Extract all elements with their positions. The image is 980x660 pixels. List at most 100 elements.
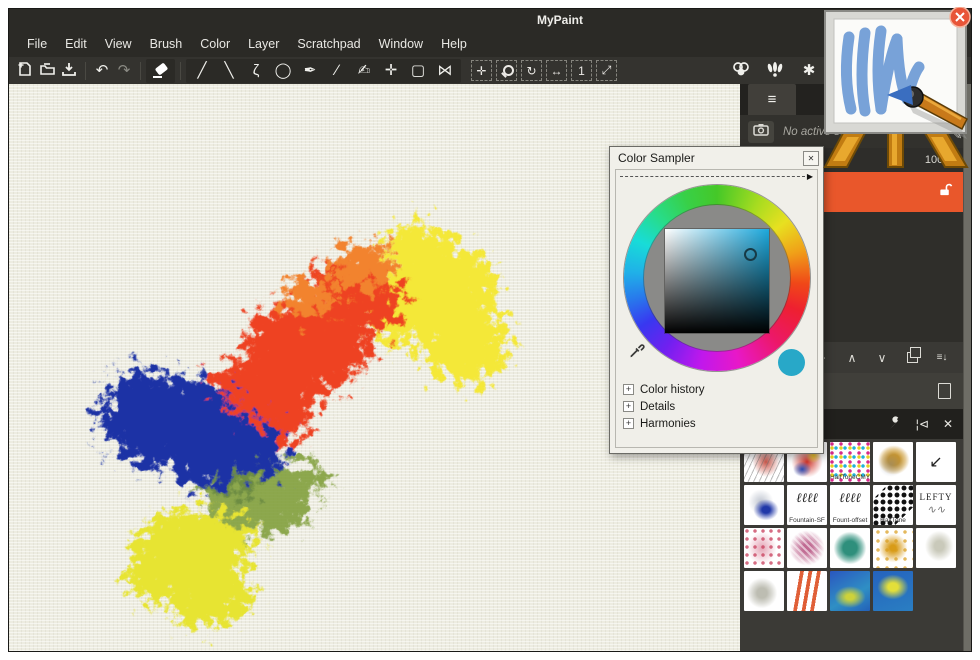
- settings-button[interactable]: ✱: [798, 60, 820, 82]
- redo-button[interactable]: ↷: [113, 60, 135, 82]
- brush-settings-button[interactable]: [888, 415, 902, 433]
- save-file-button[interactable]: [58, 60, 80, 82]
- saturation-value-square[interactable]: [665, 229, 769, 333]
- dialog-body: ▶ + Color history + Details + Harmonies: [615, 169, 818, 448]
- duplicate-icon: [906, 347, 921, 363]
- brush-swatch[interactable]: [830, 571, 870, 611]
- brush-swatch[interactable]: [873, 571, 913, 611]
- ellipse-tool-button[interactable]: ◯: [272, 60, 294, 82]
- expand-icon[interactable]: +: [623, 401, 634, 412]
- overlay-close-button[interactable]: [949, 6, 971, 28]
- toolbar-separator: [85, 61, 86, 80]
- brush-swatch[interactable]: LEFTY ∿∿: [916, 485, 956, 525]
- brush-swatch[interactable]: [744, 528, 784, 568]
- color-picker-tool-button[interactable]: ∕: [326, 60, 348, 82]
- open-folder-icon: [39, 61, 56, 80]
- easel-image: [823, 6, 971, 168]
- unlock-icon[interactable]: [938, 182, 953, 202]
- expand-icon[interactable]: +: [623, 384, 634, 395]
- brush-swatch[interactable]: ↙: [916, 442, 956, 482]
- collapsed-slider[interactable]: ▶: [616, 170, 817, 183]
- scroll-view-button[interactable]: ✛: [471, 60, 492, 81]
- section-color-history[interactable]: + Color history: [616, 381, 817, 398]
- brush-swatch[interactable]: [787, 528, 827, 568]
- eraser-button[interactable]: [146, 58, 175, 83]
- inking-tool-button[interactable]: ✒: [299, 60, 321, 82]
- brush-swatch[interactable]: [787, 571, 827, 611]
- save-icon: [61, 61, 77, 80]
- menu-brush[interactable]: Brush: [141, 33, 192, 55]
- merge-layer-button[interactable]: ≡↓: [929, 347, 955, 369]
- tablet-icon-button[interactable]: ¦⊲: [916, 417, 929, 431]
- eyedropper-icon[interactable]: [628, 341, 646, 364]
- brush-swatch[interactable]: [744, 485, 784, 525]
- move-layer-tool-button[interactable]: ✛: [380, 60, 402, 82]
- brush-swatch[interactable]: [873, 528, 913, 568]
- section-details[interactable]: + Details: [616, 398, 817, 415]
- yellow-bottom-stroke: [126, 508, 252, 628]
- menu-edit[interactable]: Edit: [56, 33, 96, 55]
- brush-groups-button[interactable]: [764, 60, 786, 82]
- wrench-icon: [888, 415, 902, 433]
- current-color-swatch[interactable]: [778, 349, 805, 376]
- brush-panel-close-button[interactable]: ✕: [943, 417, 953, 431]
- dock-icons-group: ✱: [730, 60, 820, 82]
- line-tool-button[interactable]: ╲: [218, 60, 240, 82]
- snapshot-button[interactable]: [748, 120, 774, 143]
- freehand-brush-button[interactable]: ╱: [191, 60, 213, 82]
- tab-tool-options[interactable]: ≡: [748, 84, 796, 115]
- symmetry-tool-button[interactable]: ⋈: [434, 60, 456, 82]
- mirror-view-button[interactable]: ↔: [546, 60, 567, 81]
- zoom-view-button[interactable]: [496, 60, 517, 81]
- window-title: MyPaint: [537, 13, 584, 27]
- lower-layer-button[interactable]: ∨: [869, 347, 895, 369]
- raise-layer-button[interactable]: ∧: [839, 347, 865, 369]
- toolbar-separator: [140, 61, 141, 80]
- background-doc-icon[interactable]: [938, 383, 951, 399]
- color-rings-icon: [731, 60, 751, 81]
- dashed-line: [620, 176, 805, 177]
- curve-tool-button[interactable]: ζ: [245, 60, 267, 82]
- frame-tool-button[interactable]: ▢: [407, 60, 429, 82]
- menu-help[interactable]: Help: [432, 33, 476, 55]
- new-file-button[interactable]: [14, 60, 36, 82]
- new-file-icon: [17, 61, 33, 80]
- eraser-icon: [152, 63, 169, 78]
- duplicate-layer-button[interactable]: [899, 347, 925, 369]
- brush-swatch[interactable]: ℓℓℓℓ Fountain-SF: [787, 485, 827, 525]
- brush-swatch[interactable]: HalfTone: [873, 485, 913, 525]
- fit-view-button[interactable]: ⤢: [596, 60, 617, 81]
- slider-arrow-icon: ▶: [806, 172, 813, 181]
- section-harmonies[interactable]: + Harmonies: [616, 415, 817, 432]
- menu-scratchpad[interactable]: Scratchpad: [288, 33, 369, 55]
- brush-swatch[interactable]: [873, 442, 913, 482]
- brush-swatch[interactable]: HalfToneCMY: [830, 442, 870, 482]
- color-rings-button[interactable]: [730, 60, 752, 82]
- reset-zoom-button[interactable]: 1: [571, 60, 592, 81]
- rotate-view-button[interactable]: ↻: [521, 60, 542, 81]
- camera-icon: [753, 123, 769, 141]
- menu-color[interactable]: Color: [191, 33, 239, 55]
- brush-swatch[interactable]: [916, 528, 956, 568]
- flood-fill-tool-button[interactable]: ✍: [353, 60, 375, 82]
- menu-file[interactable]: File: [18, 33, 56, 55]
- menu-window[interactable]: Window: [370, 33, 432, 55]
- dialog-title-bar[interactable]: Color Sampler ✕: [610, 147, 823, 169]
- dialog-title: Color Sampler: [618, 151, 695, 165]
- open-file-button[interactable]: [36, 60, 58, 82]
- brush-swatch[interactable]: [830, 528, 870, 568]
- menu-view[interactable]: View: [96, 33, 141, 55]
- dialog-close-button[interactable]: ✕: [803, 150, 819, 166]
- mypaint-window: MyPaint File Edit View Brush Color Layer…: [8, 6, 972, 652]
- brush-swatch[interactable]: [744, 571, 784, 611]
- expand-icon[interactable]: +: [623, 418, 634, 429]
- menu-layer[interactable]: Layer: [239, 33, 288, 55]
- paint-tools-group: ╱ ╲ ζ ◯ ✒ ∕ ✍ ✛ ▢ ⋈: [186, 58, 461, 83]
- toolbar-separator: [180, 61, 181, 80]
- color-sampler-dialog: Color Sampler ✕ ▶ + Color history + Deta…: [609, 146, 824, 454]
- undo-button[interactable]: ↶: [91, 60, 113, 82]
- mypaint-logo-overlay: [821, 6, 971, 171]
- color-marker[interactable]: [744, 247, 758, 261]
- brush-swatch[interactable]: ℓℓℓℓ Fount-offset: [830, 485, 870, 525]
- color-wheel-area: [616, 183, 817, 381]
